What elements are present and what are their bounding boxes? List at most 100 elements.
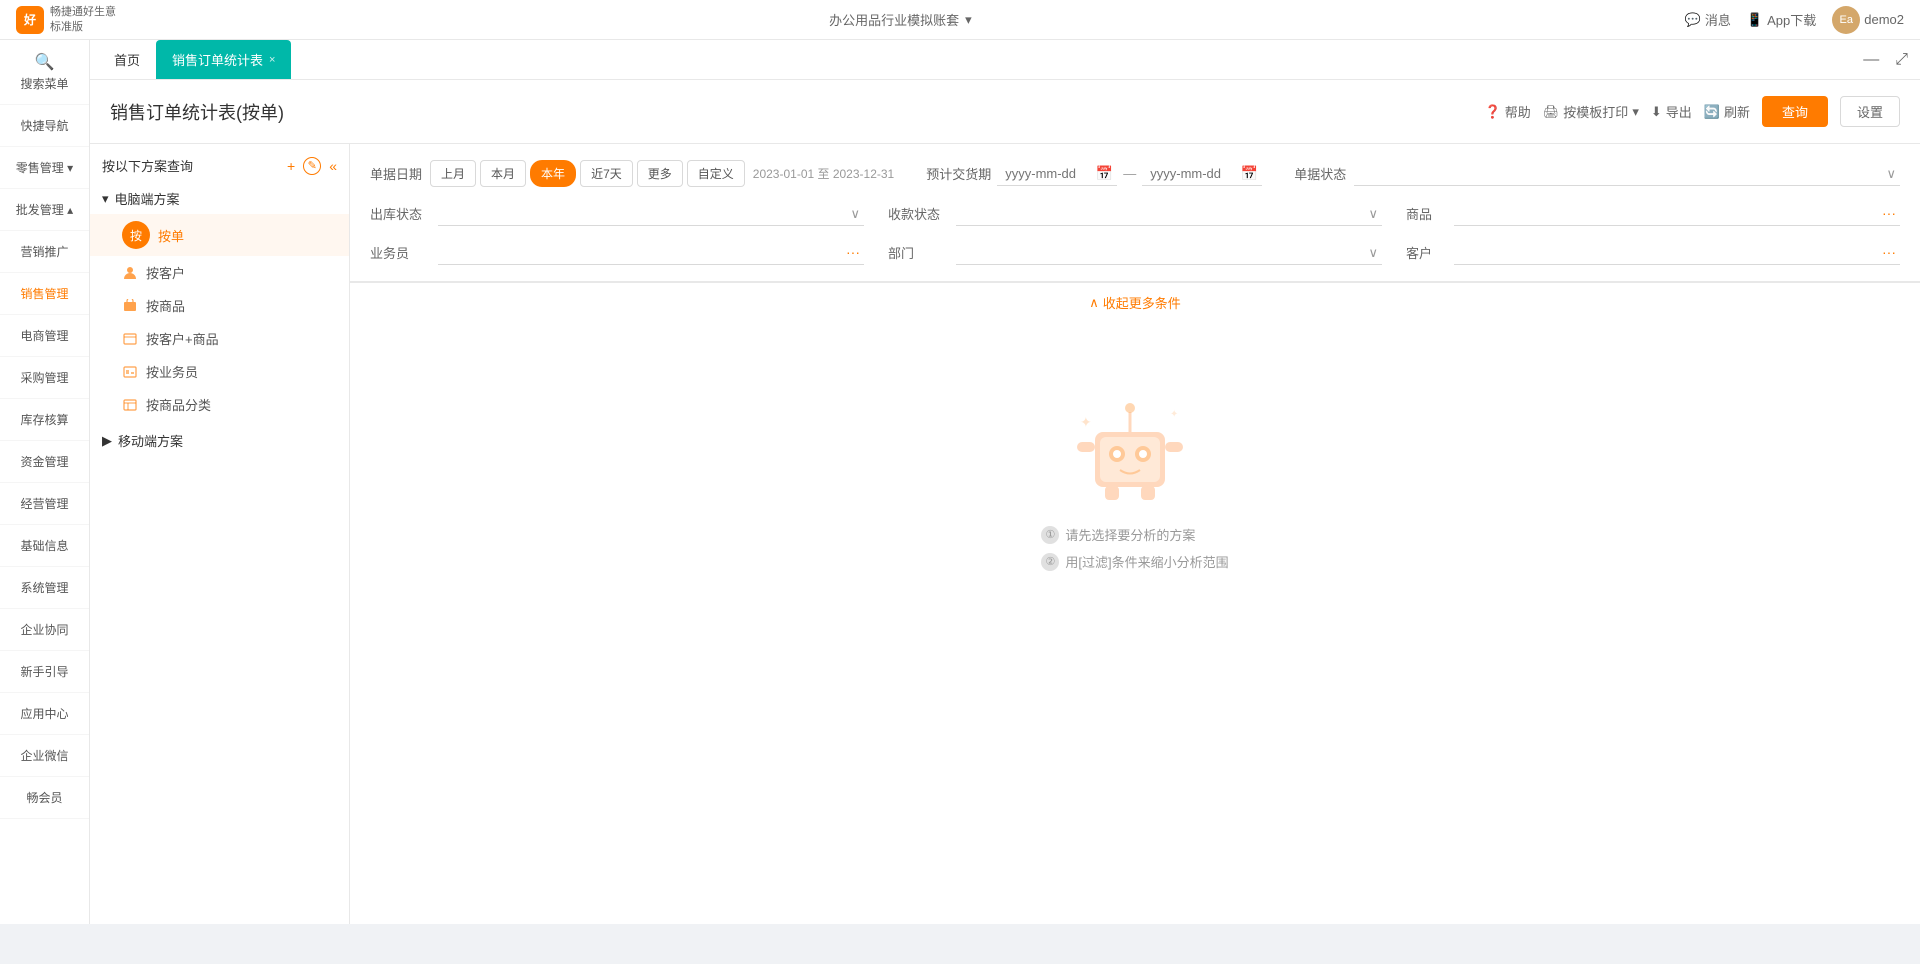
sidebar-item-appcenter[interactable]: 应用中心 — [0, 693, 89, 735]
out-status-label: 出库状态 — [370, 204, 430, 223]
custom-btn[interactable]: 自定义 — [687, 160, 745, 187]
filter-dept: 部门 ∨ — [888, 240, 1382, 265]
more-btn[interactable]: 更多 — [637, 160, 683, 187]
goods-label: 商品 — [1406, 204, 1446, 223]
logo-icon: 好 — [16, 6, 44, 34]
help-button[interactable]: ❓ 帮助 — [1485, 102, 1531, 121]
filter-row-2: 出库状态 ∨ 收款状态 — [370, 201, 1900, 226]
filter-payment-status: 收款状态 ∨ — [888, 201, 1382, 226]
date-label: 单据日期 — [370, 164, 422, 183]
dept-label: 部门 — [888, 243, 948, 262]
empty-hint-2: ② 用[过滤]条件来缩小分析范围 — [1041, 552, 1228, 571]
sidebar-item-corpwechat[interactable]: 企业微信 — [0, 735, 89, 777]
sidebar-item-member[interactable]: 畅会员 — [0, 777, 89, 819]
tab-maximize-button[interactable]: ⤢ — [1891, 47, 1912, 73]
7days-btn[interactable]: 近7天 — [580, 160, 633, 187]
sidebar-item-wholesale[interactable]: 批发管理 ▴ — [0, 189, 89, 231]
sidebar-item-enterprise[interactable]: 企业协同 — [0, 609, 89, 651]
phone-icon: 📱 — [1747, 12, 1763, 28]
goods-more-button[interactable]: ··· — [1882, 205, 1896, 221]
workspace-title-area[interactable]: 办公用品行业模拟账套 ▾ — [829, 10, 972, 29]
scheme-panel: 按以下方案查询 + ✎ « ▾ 电脑端方案 按 — [90, 144, 350, 924]
calendar-from-icon[interactable]: 📅 — [1096, 165, 1113, 182]
app-download-button[interactable]: 📱 App下载 — [1747, 10, 1816, 29]
body-wrapper: 按以下方案查询 + ✎ « ▾ 电脑端方案 按 — [90, 144, 1920, 924]
this-year-btn[interactable]: 本年 — [530, 160, 576, 187]
scheme-group-desktop-header[interactable]: ▾ 电脑端方案 — [90, 183, 349, 214]
wholesale-expand-icon: ▴ — [67, 203, 73, 217]
scheme-group-mobile-header[interactable]: ▶ 移动端方案 — [90, 425, 349, 456]
out-status-select-wrap: ∨ — [438, 202, 864, 226]
scheme-item-by-goods[interactable]: 按商品 — [90, 289, 349, 322]
salesman-more-button[interactable]: ··· — [846, 244, 860, 260]
refresh-button[interactable]: 🔄 刷新 — [1704, 102, 1750, 121]
message-button[interactable]: 💬 消息 — [1685, 10, 1731, 29]
content-area: 首页 销售订单统计表 × — ⤢ 销售订单统计表(按单) ❓ 帮助 🖨 — [90, 40, 1920, 924]
export-button[interactable]: ⬇ 导出 — [1651, 102, 1692, 121]
scheme-item-by-goods-category[interactable]: 按商品分类 — [90, 388, 349, 421]
sidebar-search[interactable]: 🔍 搜索菜单 — [0, 40, 89, 105]
this-month-btn[interactable]: 本月 — [480, 160, 526, 187]
out-status-select[interactable] — [438, 202, 864, 226]
sidebar-item-system[interactable]: 系统管理 — [0, 567, 89, 609]
sidebar-item-inventory[interactable]: 库存核算 — [0, 399, 89, 441]
sidebar-item-sales[interactable]: 销售管理 — [0, 273, 89, 315]
svg-text:✦: ✦ — [1170, 409, 1178, 420]
empty-illustration: ✦ ✦ — [1075, 382, 1195, 505]
tab-restore-button[interactable]: — — [1859, 47, 1883, 73]
scheme-edit-button[interactable]: ✎ — [303, 157, 321, 175]
filter-status-item: 单据状态 ∨ — [1294, 162, 1900, 186]
scheme-item-by-salesman[interactable]: 按业务员 — [90, 355, 349, 388]
scheme-collapse-button[interactable]: « — [329, 158, 337, 174]
sidebar: 🔍 搜索菜单 快捷导航 零售管理 ▾ 批发管理 ▴ 营销推广 销售管理 电商管理… — [0, 40, 90, 924]
payment-status-select-wrap: ∨ — [956, 202, 1382, 226]
sidebar-item-ecommerce[interactable]: 电商管理 — [0, 315, 89, 357]
filter-content-area: 单据日期 上月 本月 本年 近7天 更多 自定义 2023-01-01 至 20… — [350, 144, 1920, 924]
sidebar-item-retail[interactable]: 零售管理 ▾ — [0, 147, 89, 189]
scheme-panel-header: 按以下方案查询 + ✎ « — [90, 156, 349, 183]
collapse-more-conditions-button[interactable]: ∧ 收起更多条件 — [350, 282, 1920, 322]
scheme-item-by-order[interactable]: 按 按单 — [90, 214, 349, 256]
page-title: 销售订单统计表(按单) — [110, 99, 284, 141]
scheme-item-by-customer[interactable]: 按客户 — [90, 256, 349, 289]
scheme-active-dot: 按 — [122, 221, 150, 249]
collapse-icon: ∧ — [1089, 295, 1099, 311]
delivery-to-wrap: 📅 — [1142, 162, 1262, 186]
scheme-item-by-customer-goods[interactable]: 按客户+商品 — [90, 322, 349, 355]
salesman-scheme-icon — [122, 364, 138, 380]
tab-close-icon[interactable]: × — [269, 54, 275, 66]
sidebar-item-finance[interactable]: 资金管理 — [0, 441, 89, 483]
customer-goods-scheme-icon — [122, 331, 138, 347]
sidebar-item-purchase[interactable]: 采购管理 — [0, 357, 89, 399]
tab-sales-order-summary[interactable]: 销售订单统计表 × — [156, 40, 291, 79]
settings-button[interactable]: 设置 — [1840, 96, 1900, 127]
avatar: Ea — [1832, 6, 1860, 34]
query-button[interactable]: 查询 — [1762, 96, 1828, 127]
date-buttons: 上月 本月 本年 近7天 更多 自定义 — [430, 160, 745, 187]
scheme-group-desktop: ▾ 电脑端方案 按 按单 按客户 — [90, 183, 349, 421]
salesman-label: 业务员 — [370, 243, 430, 262]
scheme-add-button[interactable]: + — [287, 158, 295, 174]
print-button[interactable]: 🖨 按模板打印 ▾ — [1543, 102, 1639, 121]
print-dropdown-icon[interactable]: ▾ — [1632, 104, 1639, 120]
sidebar-item-newuser[interactable]: 新手引导 — [0, 651, 89, 693]
sidebar-item-quicknav[interactable]: 快捷导航 — [0, 105, 89, 147]
status-select[interactable] — [1354, 162, 1900, 186]
sidebar-item-operations[interactable]: 经营管理 — [0, 483, 89, 525]
sidebar-item-marketing[interactable]: 营销推广 — [0, 231, 89, 273]
tab-home[interactable]: 首页 — [98, 40, 156, 79]
last-month-btn[interactable]: 上月 — [430, 160, 476, 187]
payment-status-select[interactable] — [956, 202, 1382, 226]
scheme-group-arrow-icon: ▾ — [102, 191, 109, 207]
filter-out-status: 出库状态 ∨ — [370, 201, 864, 226]
sidebar-item-basic[interactable]: 基础信息 — [0, 525, 89, 567]
calendar-to-icon[interactable]: 📅 — [1241, 165, 1258, 182]
customer-more-button[interactable]: ··· — [1882, 244, 1896, 260]
workspace-chevron-icon[interactable]: ▾ — [965, 12, 972, 28]
svg-text:✦: ✦ — [1080, 414, 1092, 430]
top-bar-right: 💬 消息 📱 App下载 Ea demo2 — [1685, 6, 1904, 34]
empty-state: ✦ ✦ ① 请先选择要分析的方案 ② 用[过滤]条件来缩小分析范围 — [350, 322, 1920, 639]
goods-category-scheme-icon — [122, 397, 138, 413]
dept-select[interactable] — [956, 241, 1382, 265]
user-profile[interactable]: Ea demo2 — [1832, 6, 1904, 34]
